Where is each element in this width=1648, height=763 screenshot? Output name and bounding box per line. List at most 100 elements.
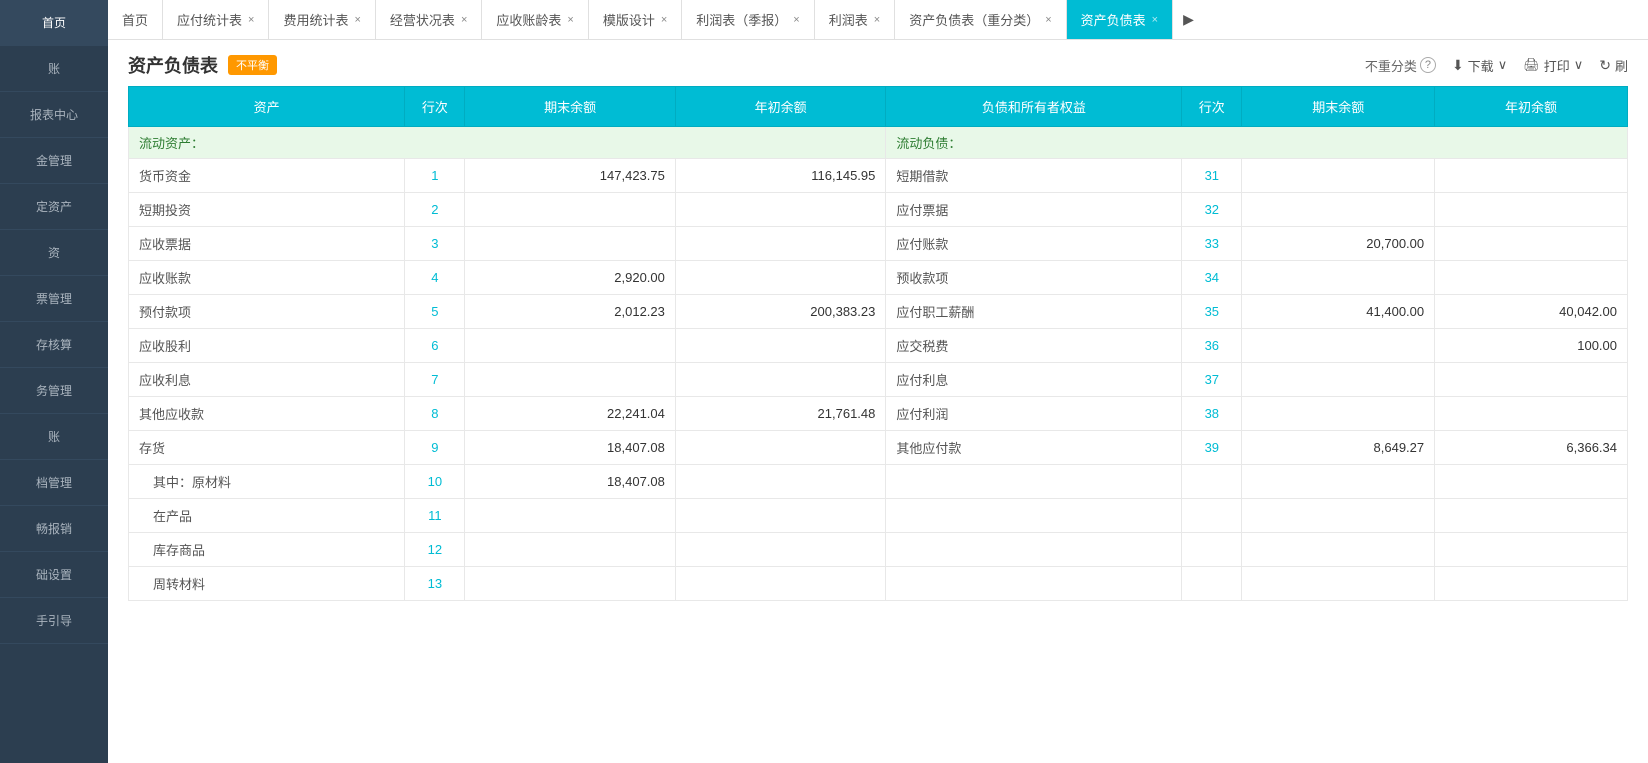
line-number2: 39 [1182,431,1242,465]
table-row[interactable]: 其中：原材料 10 18,407.08 [129,465,1628,499]
begin-balance2: 40,042.00 [1435,295,1628,329]
tab-profit-quarterly[interactable]: 利润表（季报） × [682,0,814,40]
begin-balance [675,567,886,601]
tab-close-accounts-payable-stats[interactable]: × [248,14,254,26]
table-row[interactable]: 应收股利 6 应交税费 36 100.00 [129,329,1628,363]
download-icon: ⬇ [1452,57,1464,74]
liability-label: 短期借款 [886,159,1182,193]
sidebar-item-account[interactable]: 账 [0,46,108,92]
line-number: 3 [405,227,465,261]
line-number2: 34 [1182,261,1242,295]
asset-label: 应收利息 [129,363,405,397]
liability-label [886,533,1182,567]
tab-operations-status[interactable]: 经营状况表 × [376,0,482,40]
sidebar-item-home[interactable]: 首页 [0,0,108,46]
sidebar-item-ledger[interactable]: 账 [0,414,108,460]
tab-expense-stats[interactable]: 费用统计表 × [269,0,375,40]
line-number2 [1182,499,1242,533]
table-container: 资产 行次 期末余额 年初余额 负债和所有者权益 行次 期末余额 年初余额 流动… [108,86,1648,621]
sidebar-item-guide[interactable]: 手引导 [0,598,108,644]
end-balance: 22,241.04 [465,397,676,431]
asset-label: 其中：原材料 [129,465,405,499]
tab-balance-sheet[interactable]: 资产负债表 × [1067,0,1173,40]
begin-balance2 [1435,397,1628,431]
no-reclassify-link[interactable]: 不重分类 ? [1365,56,1436,75]
table-row[interactable]: 应收票据 3 应付账款 33 20,700.00 [129,227,1628,261]
table-row[interactable]: 应收账款 4 2,920.00 预收款项 34 [129,261,1628,295]
tab-balance-reclassified[interactable]: 资产负债表（重分类） × [895,0,1066,40]
tab-accounts-payable-stats[interactable]: 应付统计表 × [163,0,269,40]
table-row[interactable]: 货币资金 1 147,423.75 116,145.95 短期借款 31 [129,159,1628,193]
help-icon[interactable]: ? [1420,57,1436,73]
download-button[interactable]: ⬇ 下载 ∨ [1452,56,1507,75]
table-row[interactable]: 库存商品 12 [129,533,1628,567]
right-category-label: 流动负债： [886,127,1628,159]
end-balance: 2,920.00 [465,261,676,295]
begin-balance2 [1435,499,1628,533]
begin-balance [675,431,886,465]
tab-close-balance-reclassified[interactable]: × [1045,14,1051,26]
refresh-icon: ↻ [1599,57,1611,74]
tab-close-balance-sheet[interactable]: × [1152,14,1158,26]
tab-scroll-arrow[interactable]: ▶ [1173,0,1204,40]
table-row[interactable]: 预付款项 5 2,012.23 200,383.23 应付职工薪酬 35 41,… [129,295,1628,329]
sidebar-item-bills[interactable]: 票管理 [0,276,108,322]
liability-label: 应付利息 [886,363,1182,397]
table-row[interactable]: 存货 9 18,407.08 其他应付款 39 8,649.27 6,366.3… [129,431,1628,465]
end-balance2 [1242,159,1435,193]
table-row[interactable]: 其他应收款 8 22,241.04 21,761.48 应付利润 38 [129,397,1628,431]
sidebar-item-expense[interactable]: 畅报销 [0,506,108,552]
liability-label [886,567,1182,601]
asset-label: 库存商品 [129,533,405,567]
asset-label: 应收股利 [129,329,405,363]
print-button[interactable]: 🖨 打印 ∨ [1523,56,1583,75]
sidebar-item-inventory[interactable]: 存核算 [0,322,108,368]
begin-balance [675,227,886,261]
begin-balance2: 100.00 [1435,329,1628,363]
sidebar-item-archive[interactable]: 档管理 [0,460,108,506]
sidebar-item-fund-mgmt[interactable]: 金管理 [0,138,108,184]
end-balance [465,227,676,261]
sidebar-item-tax-mgmt[interactable]: 务管理 [0,368,108,414]
end-balance2: 8,649.27 [1242,431,1435,465]
table-row[interactable]: 周转材料 13 [129,567,1628,601]
asset-label: 应收账款 [129,261,405,295]
liability-label [886,499,1182,533]
line-number2 [1182,567,1242,601]
header-begin-balance2: 年初余额 [1435,87,1628,127]
tab-template-design[interactable]: 模版设计 × [589,0,682,40]
sidebar-item-investment[interactable]: 资 [0,230,108,276]
line-number: 8 [405,397,465,431]
liability-label [886,465,1182,499]
end-balance2 [1242,567,1435,601]
tab-close-profit[interactable]: × [874,14,880,26]
end-balance: 147,423.75 [465,159,676,193]
print-chevron-icon: ∨ [1574,57,1584,73]
liability-label: 应付票据 [886,193,1182,227]
sidebar-item-settings[interactable]: 础设置 [0,552,108,598]
tab-profit[interactable]: 利润表 × [815,0,895,40]
tab-receivables-aging[interactable]: 应收账龄表 × [482,0,588,40]
table-row[interactable]: 短期投资 2 应付票据 32 [129,193,1628,227]
tab-close-profit-quarterly[interactable]: × [793,14,799,26]
tab-close-operations-status[interactable]: × [461,14,467,26]
tab-close-expense-stats[interactable]: × [354,14,360,26]
liability-label: 预收款项 [886,261,1182,295]
refresh-button[interactable]: ↻ 刷 [1599,56,1628,75]
sidebar-item-fixed-assets[interactable]: 定资产 [0,184,108,230]
end-balance2 [1242,499,1435,533]
tab-close-template-design[interactable]: × [661,14,667,26]
table-row[interactable]: 应收利息 7 应付利息 37 [129,363,1628,397]
table-row[interactable]: 在产品 11 [129,499,1628,533]
header-begin-balance: 年初余额 [675,87,886,127]
sidebar-item-report-center[interactable]: 报表中心 [0,92,108,138]
line-number2: 38 [1182,397,1242,431]
asset-label: 其他应收款 [129,397,405,431]
line-number2: 36 [1182,329,1242,363]
main-area: 首页 应付统计表 × 费用统计表 × 经营状况表 × 应收账龄表 × 模版设计 … [108,0,1648,763]
line-number2: 33 [1182,227,1242,261]
asset-label: 货币资金 [129,159,405,193]
begin-balance [675,329,886,363]
tab-home[interactable]: 首页 [108,0,163,40]
tab-close-receivables-aging[interactable]: × [567,14,573,26]
